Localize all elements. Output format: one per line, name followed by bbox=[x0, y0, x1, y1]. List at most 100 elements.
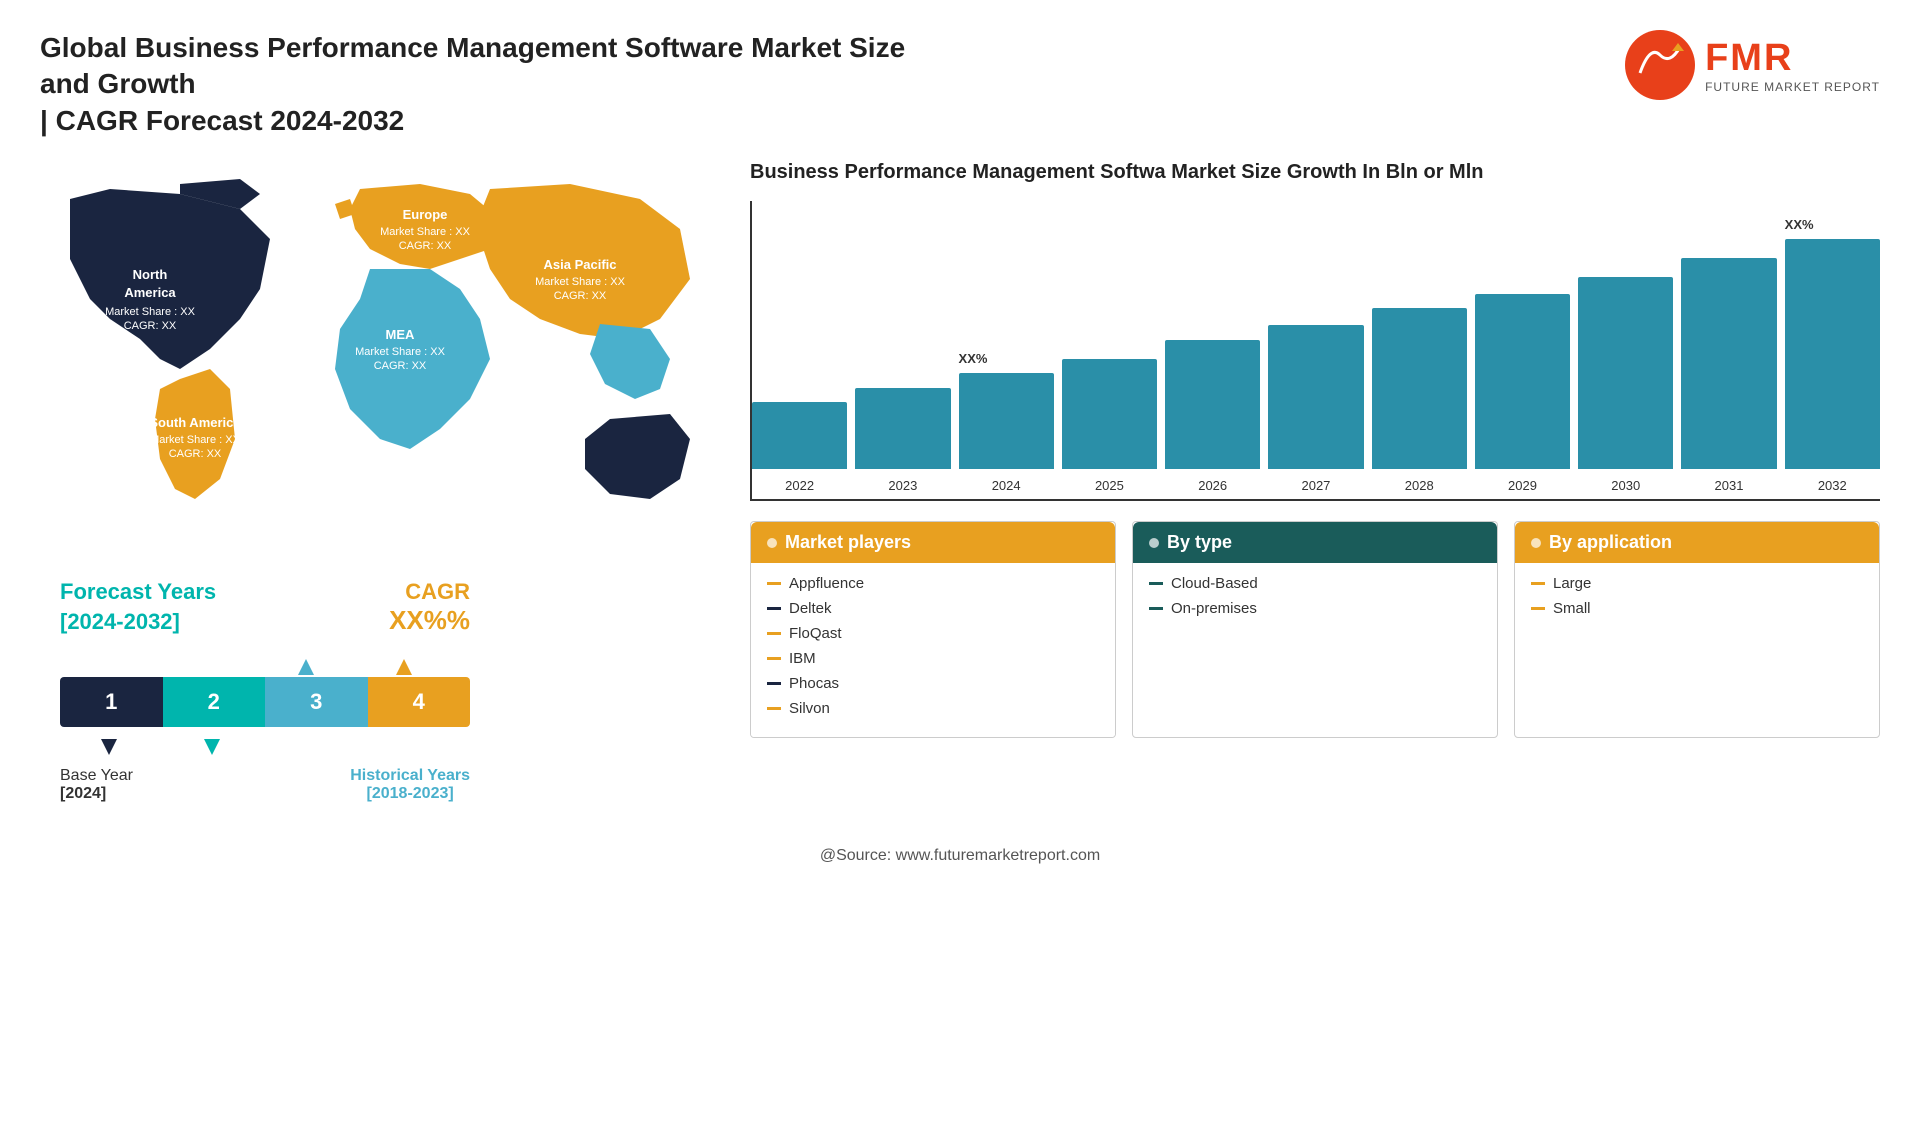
left-section: North America Market Share : XX CAGR: XX… bbox=[40, 159, 720, 823]
base-year-value: [2024] bbox=[60, 785, 133, 803]
item-text: Phocas bbox=[789, 675, 839, 692]
list-item: Cloud-Based bbox=[1149, 575, 1481, 592]
item-dash bbox=[767, 607, 781, 610]
bar-2025 bbox=[1062, 359, 1157, 469]
bar-label-2030: 2030 bbox=[1611, 478, 1640, 493]
svg-text:CAGR: XX: CAGR: XX bbox=[399, 240, 452, 252]
item-text: Appfluence bbox=[789, 575, 864, 592]
bar-2030 bbox=[1578, 277, 1673, 469]
item-text: Small bbox=[1553, 600, 1591, 617]
bar-2022 bbox=[752, 402, 847, 469]
bottom-labels-row: Base Year [2024] Historical Years [2018-… bbox=[60, 767, 470, 803]
chart-title: Business Performance Management Softwa M… bbox=[750, 159, 1880, 185]
bar-label-2025: 2025 bbox=[1095, 478, 1124, 493]
item-text: FloQast bbox=[789, 625, 842, 642]
bar-2026 bbox=[1165, 340, 1260, 470]
segment-columns: Market players AppfluenceDeltekFloQastIB… bbox=[750, 521, 1880, 738]
bar-2028 bbox=[1372, 308, 1467, 469]
bar-wrapper-2026: 2026 bbox=[1165, 201, 1260, 469]
bar-label-2026: 2026 bbox=[1198, 478, 1227, 493]
forecast-box: Forecast Years [2024-2032] CAGR XX%% bbox=[40, 559, 490, 823]
bar-wrapper-2023: 2023 bbox=[855, 201, 950, 469]
list-item: Large bbox=[1531, 575, 1863, 592]
timeline-segment-2: 2 bbox=[163, 677, 266, 727]
historical-value: [2018-2023] bbox=[350, 785, 470, 803]
list-item: Deltek bbox=[767, 600, 1099, 617]
logo-area: FMR FUTURE MARKET REPORT bbox=[1625, 30, 1880, 100]
bar-wrapper-2030: 2030 bbox=[1578, 201, 1673, 469]
list-item: Small bbox=[1531, 600, 1863, 617]
right-section: Business Performance Management Softwa M… bbox=[750, 159, 1880, 823]
svg-text:Market Share : XX: Market Share : XX bbox=[380, 226, 471, 238]
bar-label-2029: 2029 bbox=[1508, 478, 1537, 493]
bar-label-2022: 2022 bbox=[785, 478, 814, 493]
by-type-items: Cloud-Based On-premises bbox=[1133, 563, 1497, 637]
item-text: Deltek bbox=[789, 600, 832, 617]
item-text: On-premises bbox=[1171, 600, 1257, 617]
bar-wrapper-2025: 2025 bbox=[1062, 201, 1157, 469]
item-dash bbox=[767, 682, 781, 685]
historical-label: Historical Years bbox=[350, 767, 470, 785]
svg-text:CAGR: XX: CAGR: XX bbox=[554, 290, 607, 302]
svg-text:CAGR: XX: CAGR: XX bbox=[374, 360, 427, 372]
bar-wrapper-2027: 2027 bbox=[1268, 201, 1363, 469]
main-content: North America Market Share : XX CAGR: XX… bbox=[40, 159, 1880, 823]
svg-text:MEA: MEA bbox=[386, 327, 416, 342]
svg-text:Market Share : XX: Market Share : XX bbox=[150, 434, 241, 446]
cagr-value: XX%% bbox=[389, 605, 470, 636]
bar-label-2032: 2032 bbox=[1818, 478, 1847, 493]
footer: @Source: www.futuremarketreport.com bbox=[40, 847, 1880, 865]
market-players-column: Market players AppfluenceDeltekFloQastIB… bbox=[750, 521, 1116, 738]
list-item: IBM bbox=[767, 650, 1099, 667]
chart-area: Business Performance Management Softwa M… bbox=[750, 159, 1880, 501]
timeline-bar: 1 2 3 4 bbox=[60, 677, 470, 727]
source-text: @Source: www.futuremarketreport.com bbox=[820, 847, 1100, 864]
item-text: Silvon bbox=[789, 700, 830, 717]
bar-2024: XX% bbox=[959, 373, 1054, 469]
by-type-header: By type bbox=[1133, 522, 1497, 563]
bar-label-2024: 2024 bbox=[992, 478, 1021, 493]
bar-annotation-2032: XX% bbox=[1785, 217, 1814, 232]
bar-2023 bbox=[855, 388, 950, 470]
page-title: Global Business Performance Management S… bbox=[40, 30, 940, 139]
item-dash bbox=[767, 707, 781, 710]
svg-text:Market Share : XX: Market Share : XX bbox=[535, 276, 626, 288]
bar-2031 bbox=[1681, 258, 1776, 469]
logo-subtitle-text: FUTURE MARKET REPORT bbox=[1705, 80, 1880, 94]
world-map-container: North America Market Share : XX CAGR: XX… bbox=[40, 159, 720, 539]
item-dash bbox=[1531, 607, 1545, 610]
list-item: FloQast bbox=[767, 625, 1099, 642]
forecast-years-label: Forecast Years bbox=[60, 579, 216, 605]
by-type-column: By type Cloud-Based On-premises bbox=[1132, 521, 1498, 738]
by-application-items: Large Small bbox=[1515, 563, 1879, 637]
logo-circle bbox=[1625, 30, 1695, 100]
bar-2027 bbox=[1268, 325, 1363, 469]
cagr-label: CAGR bbox=[389, 579, 470, 605]
bar-label-2028: 2028 bbox=[1405, 478, 1434, 493]
item-dash bbox=[1149, 582, 1163, 585]
svg-text:CAGR: XX: CAGR: XX bbox=[124, 320, 177, 332]
bar-2032: XX% bbox=[1785, 239, 1880, 469]
item-dash bbox=[1149, 607, 1163, 610]
by-application-header: By application bbox=[1515, 522, 1879, 563]
item-text: Large bbox=[1553, 575, 1591, 592]
bar-wrapper-2028: 2028 bbox=[1372, 201, 1467, 469]
bar-label-2031: 2031 bbox=[1715, 478, 1744, 493]
bar-wrapper-2022: 2022 bbox=[752, 201, 847, 469]
svg-text:CAGR: XX: CAGR: XX bbox=[169, 448, 222, 460]
item-text: IBM bbox=[789, 650, 816, 667]
bar-annotation-2024: XX% bbox=[959, 351, 988, 366]
timeline-segment-4: 4 bbox=[368, 677, 471, 727]
item-dash bbox=[1531, 582, 1545, 585]
list-item: On-premises bbox=[1149, 600, 1481, 617]
list-item: Appfluence bbox=[767, 575, 1099, 592]
svg-text:Asia Pacific: Asia Pacific bbox=[544, 257, 617, 272]
timeline-segment-1: 1 bbox=[60, 677, 163, 727]
bar-label-2027: 2027 bbox=[1301, 478, 1330, 493]
item-dash bbox=[767, 632, 781, 635]
world-map-svg: North America Market Share : XX CAGR: XX… bbox=[40, 159, 720, 539]
logo-text-block: FMR FUTURE MARKET REPORT bbox=[1705, 37, 1880, 94]
item-dash bbox=[767, 582, 781, 585]
item-dash bbox=[767, 657, 781, 660]
bar-wrapper-2032: XX%2032 bbox=[1785, 201, 1880, 469]
